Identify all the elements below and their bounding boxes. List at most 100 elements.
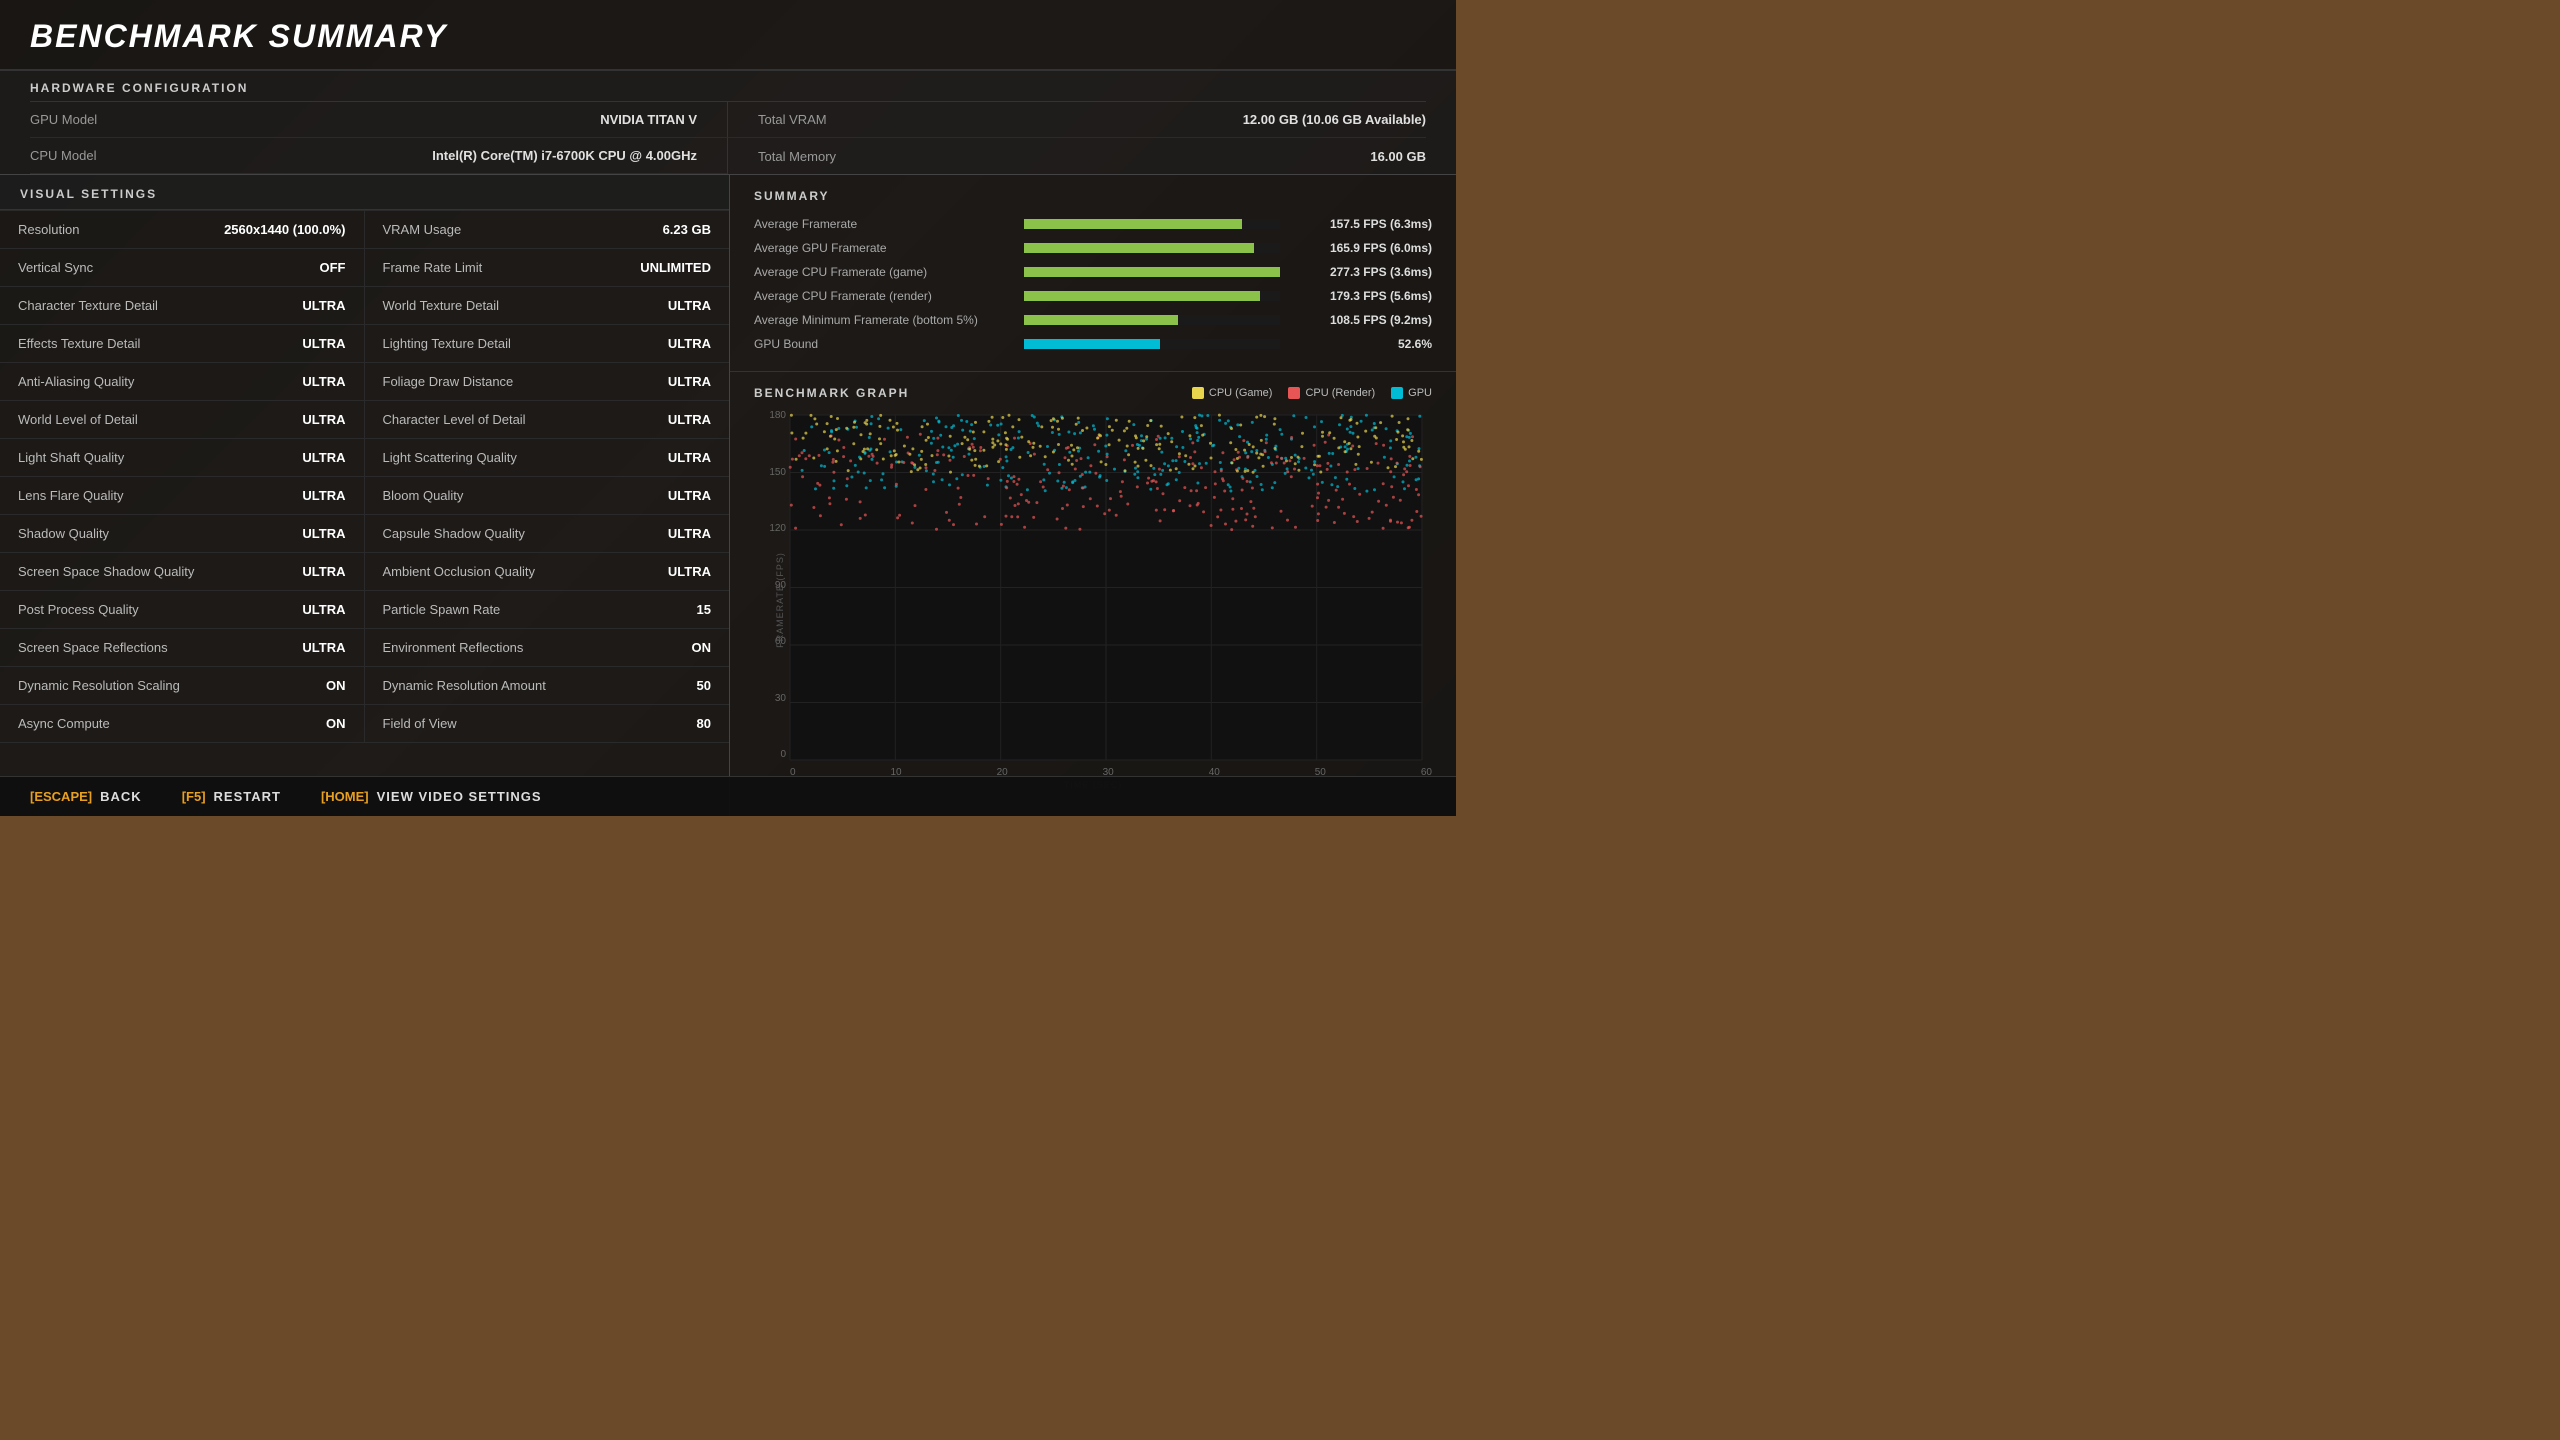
- legend-label: GPU: [1408, 387, 1432, 399]
- setting-label: Anti-Aliasing Quality: [18, 374, 134, 389]
- main-container: BENCHMARK SUMMARY HARDWARE CONFIGURATION…: [0, 0, 1456, 816]
- graph-section: BENCHMARK GRAPH CPU (Game) CPU (Render) …: [730, 372, 1456, 816]
- setting-row: Lens Flare Quality ULTRA: [0, 477, 365, 515]
- setting-label: Character Texture Detail: [18, 298, 158, 313]
- page-title: BENCHMARK SUMMARY: [30, 18, 1426, 55]
- gpu-label: GPU Model: [30, 112, 97, 127]
- setting-value: 15: [697, 602, 711, 617]
- setting-row: Light Shaft Quality ULTRA: [0, 439, 365, 477]
- metric-value: 108.5 FPS (9.2ms): [1292, 313, 1432, 327]
- cpu-row: CPU Model Intel(R) Core(TM) i7-6700K CPU…: [30, 138, 728, 174]
- content-area: VISUAL SETTINGS Resolution 2560x1440 (10…: [0, 175, 1456, 816]
- metric-row: GPU Bound 52.6%: [754, 337, 1432, 351]
- y-axis-label: FRAMERATE (FPS): [775, 552, 785, 648]
- setting-label: Async Compute: [18, 716, 110, 731]
- setting-row: Vertical Sync OFF: [0, 249, 365, 287]
- bottom-button[interactable]: [HOME] VIEW VIDEO SETTINGS: [321, 789, 542, 804]
- setting-value: 80: [697, 716, 711, 731]
- setting-row: Foliage Draw Distance ULTRA: [365, 363, 730, 401]
- setting-value: ULTRA: [668, 298, 711, 313]
- setting-row: Bloom Quality ULTRA: [365, 477, 730, 515]
- metric-value: 157.5 FPS (6.3ms): [1292, 217, 1432, 231]
- graph-canvas: [754, 410, 1432, 790]
- cpu-label: CPU Model: [30, 148, 96, 163]
- setting-row: Async Compute ON: [0, 705, 365, 743]
- setting-value: ULTRA: [668, 412, 711, 427]
- bottom-button[interactable]: [F5] RESTART: [182, 789, 281, 804]
- setting-value: ULTRA: [302, 488, 345, 503]
- metric-bar-container: [1024, 339, 1280, 349]
- setting-label: Capsule Shadow Quality: [383, 526, 525, 541]
- setting-row: Screen Space Shadow Quality ULTRA: [0, 553, 365, 591]
- metric-value: 277.3 FPS (3.6ms): [1292, 265, 1432, 279]
- vram-label: Total VRAM: [758, 112, 827, 127]
- metric-bar-container: [1024, 291, 1280, 301]
- setting-label: Dynamic Resolution Scaling: [18, 678, 180, 693]
- bottom-bar: [ESCAPE] BACK [F5] RESTART [HOME] VIEW V…: [0, 776, 1456, 816]
- legend-dot: [1391, 387, 1403, 399]
- setting-value: ULTRA: [668, 450, 711, 465]
- y-label: 0: [780, 749, 786, 760]
- gpu-row: GPU Model NVIDIA TITAN V: [30, 102, 728, 138]
- setting-value: OFF: [320, 260, 346, 275]
- setting-label: Lighting Texture Detail: [383, 336, 511, 351]
- metric-row: Average Framerate 157.5 FPS (6.3ms): [754, 217, 1432, 231]
- setting-label: Lens Flare Quality: [18, 488, 124, 503]
- setting-label: Environment Reflections: [383, 640, 524, 655]
- setting-value: ULTRA: [302, 450, 345, 465]
- gpu-value: NVIDIA TITAN V: [600, 112, 697, 127]
- y-label: 180: [769, 410, 786, 421]
- setting-value: ULTRA: [302, 412, 345, 427]
- setting-row: Particle Spawn Rate 15: [365, 591, 730, 629]
- setting-label: World Texture Detail: [383, 298, 500, 313]
- setting-label: Vertical Sync: [18, 260, 93, 275]
- setting-value: ULTRA: [302, 602, 345, 617]
- setting-value: ON: [326, 716, 346, 731]
- setting-label: Foliage Draw Distance: [383, 374, 514, 389]
- setting-row: Effects Texture Detail ULTRA: [0, 325, 365, 363]
- setting-value: ULTRA: [668, 526, 711, 541]
- setting-value: UNLIMITED: [640, 260, 711, 275]
- setting-label: Screen Space Reflections: [18, 640, 168, 655]
- metric-bar: [1024, 219, 1242, 229]
- setting-row: World Texture Detail ULTRA: [365, 287, 730, 325]
- bottom-button[interactable]: [ESCAPE] BACK: [30, 789, 142, 804]
- setting-row: Light Scattering Quality ULTRA: [365, 439, 730, 477]
- metric-row: Average CPU Framerate (render) 179.3 FPS…: [754, 289, 1432, 303]
- setting-row: Field of View 80: [365, 705, 730, 743]
- setting-row: Environment Reflections ON: [365, 629, 730, 667]
- button-label: RESTART: [214, 789, 281, 804]
- hardware-grid: GPU Model NVIDIA TITAN V Total VRAM 12.0…: [30, 102, 1426, 174]
- setting-value: ULTRA: [668, 336, 711, 351]
- legend-item: GPU: [1391, 387, 1432, 399]
- setting-label: World Level of Detail: [18, 412, 138, 427]
- setting-label: Effects Texture Detail: [18, 336, 140, 351]
- metrics-container: Average Framerate 157.5 FPS (6.3ms) Aver…: [754, 217, 1432, 351]
- metric-row: Average GPU Framerate 165.9 FPS (6.0ms): [754, 241, 1432, 255]
- button-key: [F5]: [182, 789, 206, 804]
- metric-bar: [1024, 315, 1178, 325]
- setting-row: Dynamic Resolution Scaling ON: [0, 667, 365, 705]
- legend-dot: [1192, 387, 1204, 399]
- metric-value: 52.6%: [1292, 337, 1432, 351]
- setting-label: Light Shaft Quality: [18, 450, 124, 465]
- right-panel: SUMMARY Average Framerate 157.5 FPS (6.3…: [730, 175, 1456, 816]
- y-label: 30: [775, 693, 786, 704]
- metric-bar-container: [1024, 267, 1280, 277]
- setting-label: Shadow Quality: [18, 526, 109, 541]
- hardware-title: HARDWARE CONFIGURATION: [30, 71, 1426, 102]
- metric-bar: [1024, 291, 1260, 301]
- settings-grid: Resolution 2560x1440 (100.0%) VRAM Usage…: [0, 210, 729, 743]
- metric-bar: [1024, 339, 1160, 349]
- metric-bar-container: [1024, 219, 1280, 229]
- graph-legend: CPU (Game) CPU (Render) GPU: [1192, 387, 1432, 399]
- setting-value: ULTRA: [668, 564, 711, 579]
- setting-value: ULTRA: [668, 374, 711, 389]
- setting-label: Resolution: [18, 222, 79, 237]
- setting-value: 50: [697, 678, 711, 693]
- setting-label: VRAM Usage: [383, 222, 462, 237]
- legend-label: CPU (Render): [1305, 387, 1375, 399]
- metric-bar-container: [1024, 243, 1280, 253]
- setting-row: Character Level of Detail ULTRA: [365, 401, 730, 439]
- button-key: [ESCAPE]: [30, 789, 92, 804]
